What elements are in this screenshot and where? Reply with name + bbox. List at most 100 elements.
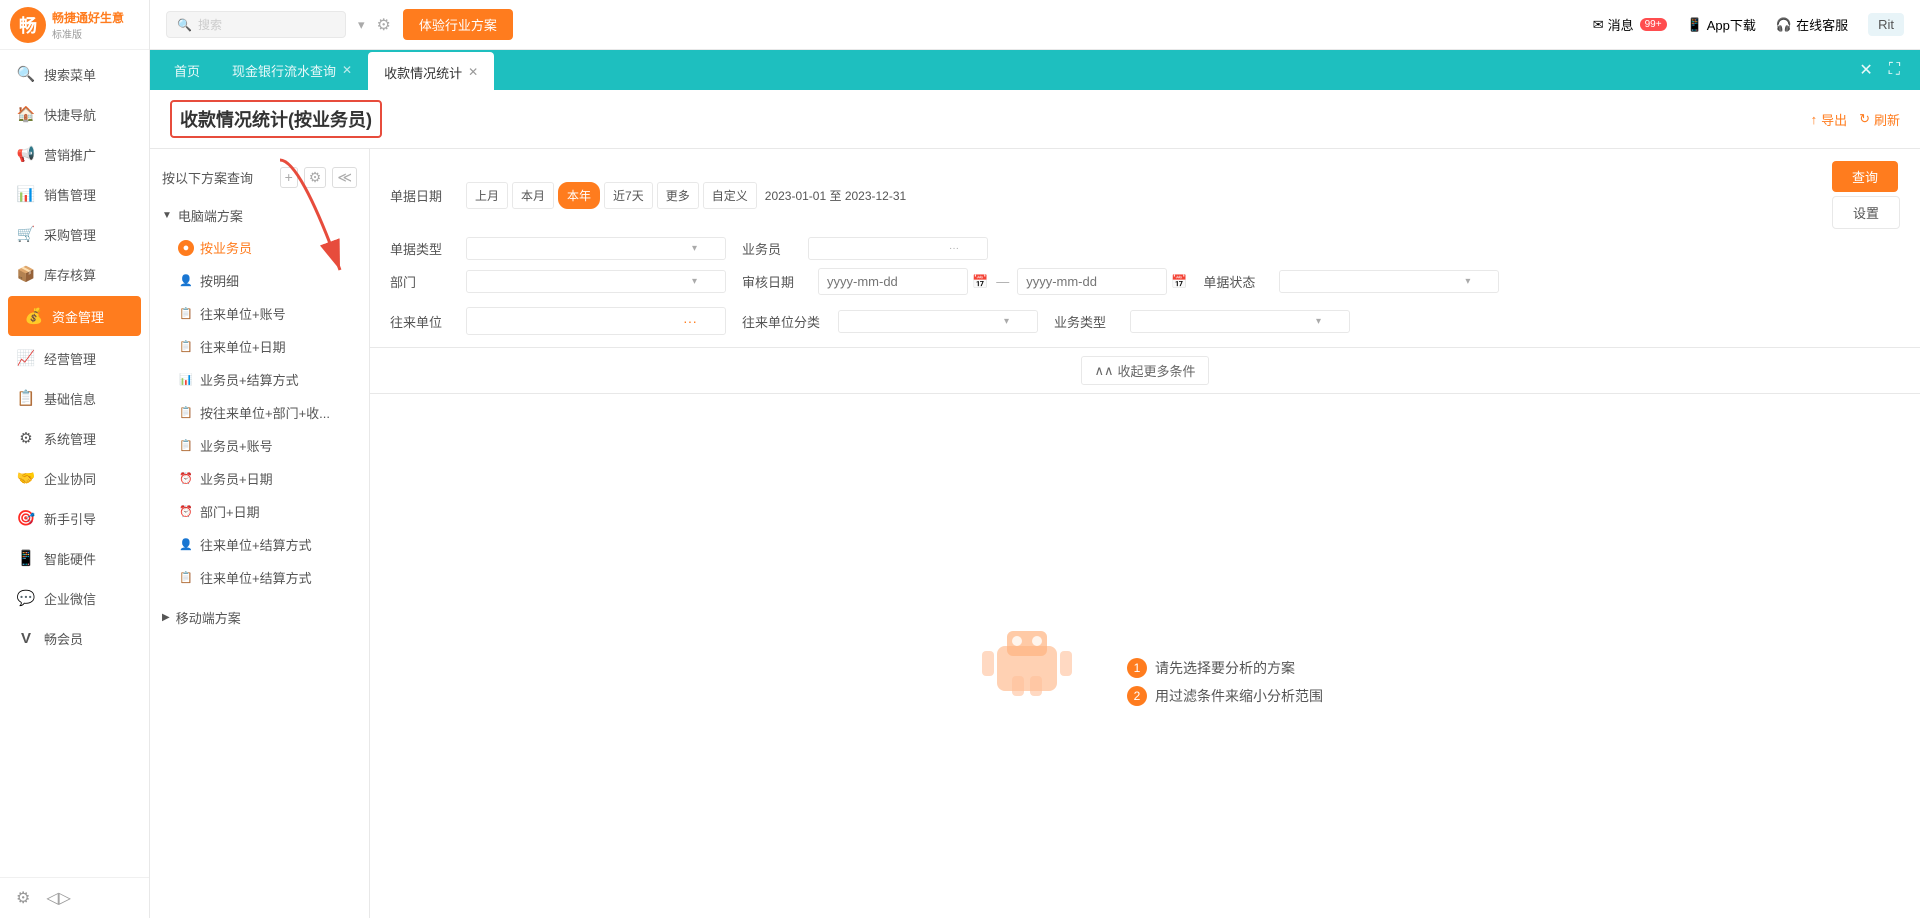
sidebar-item-inventory[interactable]: 📦 库存核算 <box>0 254 149 294</box>
scheme-item-partner-dept[interactable]: 📋 按往来单位+部门+收... <box>150 396 369 429</box>
close-window-icon[interactable]: ✕ <box>1855 56 1876 84</box>
date-btn-more[interactable]: 更多 <box>657 182 699 209</box>
tab-bank-close[interactable]: ✕ <box>342 63 352 77</box>
export-btn[interactable]: ↑ 导出 <box>1811 110 1848 129</box>
scheme-item-partner-date[interactable]: 📋 往来单位+日期 <box>150 330 369 363</box>
sidebar-item-enterprise[interactable]: 🤝 企业协同 <box>0 458 149 498</box>
trial-btn[interactable]: 体验行业方案 <box>403 9 513 40</box>
settings-btn[interactable]: 设置 <box>1832 196 1900 229</box>
sidebar-item-sales[interactable]: 📊 销售管理 <box>0 174 149 214</box>
partner-more-icon[interactable]: ··· <box>683 313 697 329</box>
sidebar-item-system[interactable]: ⚙ 系统管理 <box>0 418 149 458</box>
calendar-start-icon[interactable]: 📅 <box>972 274 988 290</box>
tab-bank[interactable]: 现金银行流水查询 ✕ <box>216 50 368 90</box>
review-date-start[interactable] <box>818 268 968 295</box>
tab-receipt-close[interactable]: ✕ <box>468 65 478 79</box>
refresh-btn[interactable]: ↻ 刷新 <box>1859 110 1900 129</box>
sidebar-item-guide[interactable]: 🎯 新手引导 <box>0 498 149 538</box>
maximize-icon[interactable]: ⛶ <box>1885 57 1904 83</box>
message-icon: ✉ <box>1593 17 1604 33</box>
scheme-item-detail[interactable]: 👤 按明细 <box>150 264 369 297</box>
empty-illustration <box>967 606 1087 706</box>
sidebar-item-purchase[interactable]: 🛒 采购管理 <box>0 214 149 254</box>
review-date-group: 📅 — 📅 <box>818 268 1187 295</box>
scheme-group-desktop-title[interactable]: ▼ 电脑端方案 <box>150 200 369 231</box>
scheme-item-salesperson-settle[interactable]: 📊 业务员+结算方式 <box>150 363 369 396</box>
date-btn-custom[interactable]: 自定义 <box>703 182 757 209</box>
date-btn-7days[interactable]: 近7天 <box>604 182 653 209</box>
sales-icon: 📊 <box>16 184 36 204</box>
sidebar-item-basic[interactable]: 📋 基础信息 <box>0 378 149 418</box>
collapse-icon[interactable]: ◁▷ <box>46 888 71 908</box>
scheme-item-partner-account[interactable]: 📋 往来单位+账号 <box>150 297 369 330</box>
doc-status-label: 单据状态 <box>1203 272 1263 291</box>
sidebar-item-search[interactable]: 🔍 搜索菜单 <box>0 54 149 94</box>
message-btn[interactable]: ✉ 消息 99+ <box>1593 15 1667 34</box>
doc-status-select[interactable]: ▾ <box>1279 270 1499 293</box>
hardware-icon: 📱 <box>16 548 36 568</box>
collapse-panel-icon[interactable]: ≪ <box>332 167 357 188</box>
collapse-btn[interactable]: ∧∧ 收起更多条件 <box>1081 356 1208 385</box>
salesperson-select[interactable]: ··· <box>808 237 988 260</box>
gear-icon[interactable]: ⚙ <box>304 167 327 188</box>
settings-icon[interactable]: ⚙ <box>16 888 30 908</box>
doc-type-select[interactable]: ▾ <box>466 237 726 260</box>
review-date-end[interactable] <box>1017 268 1167 295</box>
scheme-item-partner-settle1[interactable]: 👤 往来单位+结算方式 <box>150 528 369 561</box>
doc-type-dropdown-icon: ▾ <box>692 243 697 254</box>
salesperson-dropdown-icon: ··· <box>949 243 959 254</box>
enterprise-icon: 🤝 <box>16 468 36 488</box>
main-area: 🔍 搜索 ▾ ⚙ 体验行业方案 ✉ 消息 99+ 📱 App下载 🎧 在线客服 … <box>150 0 1920 918</box>
calendar-end-icon[interactable]: 📅 <box>1171 274 1187 290</box>
hint-item-2: 2 用过滤条件来缩小分析范围 <box>1127 686 1323 706</box>
tab-home[interactable]: 首页 <box>158 50 216 90</box>
partner-select[interactable]: ··· <box>466 307 726 335</box>
detail-scheme-icon: 👤 <box>178 273 194 289</box>
doc-status-dropdown-icon: ▾ <box>1465 276 1470 287</box>
tab-receipt[interactable]: 收款情况统计 ✕ <box>368 52 494 92</box>
salesperson-scheme-icon: ● <box>178 240 194 256</box>
marketing-icon: 📢 <box>16 144 36 164</box>
online-service-btn[interactable]: 🎧 在线客服 <box>1776 15 1848 34</box>
operations-icon: 📈 <box>16 348 36 368</box>
scheme-item-partner-settle2[interactable]: 📋 往来单位+结算方式 <box>150 561 369 594</box>
sidebar-item-marketing[interactable]: 📢 营销推广 <box>0 134 149 174</box>
topbar-dropdown-icon[interactable]: ▾ <box>358 17 365 33</box>
sidebar-item-finance[interactable]: 💰 资金管理 <box>8 296 141 336</box>
date-group: 上月 本月 本年 近7天 更多 自定义 2023-01-01 至 2023-12… <box>466 182 906 209</box>
sidebar-item-member[interactable]: V 畅会员 <box>0 618 149 658</box>
data-area: 1 请先选择要分析的方案 2 用过滤条件来缩小分析范围 <box>370 394 1920 918</box>
scheme-item-dept-date[interactable]: ⏰ 部门+日期 <box>150 495 369 528</box>
date-btn-this-year[interactable]: 本年 <box>558 182 600 209</box>
scheme-item-salesperson-date[interactable]: ⏰ 业务员+日期 <box>150 462 369 495</box>
sidebar-item-wechat[interactable]: 💬 企业微信 <box>0 578 149 618</box>
dept-select[interactable]: ▾ <box>466 270 726 293</box>
date-btn-this-month[interactable]: 本月 <box>512 182 554 209</box>
robot-svg <box>967 606 1087 706</box>
scheme-item-salesperson[interactable]: ● 按业务员 <box>150 231 369 264</box>
app-download-btn[interactable]: 📱 App下载 <box>1687 15 1756 34</box>
date-btn-last-month[interactable]: 上月 <box>466 182 508 209</box>
member-icon: V <box>16 628 36 648</box>
inventory-icon: 📦 <box>16 264 36 284</box>
sidebar-item-operations[interactable]: 📈 经营管理 <box>0 338 149 378</box>
partner-category-select[interactable]: ▾ <box>838 310 1038 333</box>
search-icon: 🔍 <box>16 64 36 84</box>
doc-type-label: 单据类型 <box>390 239 450 258</box>
user-avatar[interactable]: Rit <box>1868 13 1904 36</box>
add-icon[interactable]: + <box>280 167 298 188</box>
filter-row-1: 单据日期 上月 本月 本年 近7天 更多 自定义 2023-01-01 至 20… <box>390 161 1900 229</box>
sidebar: 畅 畅捷通好生意 标准版 🔍 搜索菜单 🏠 快捷导航 📢 营销推广 📊 销售管理… <box>0 0 150 918</box>
logo-text: 畅捷通好生意 标准版 <box>52 9 124 41</box>
tab-receipt-label: 收款情况统计 <box>384 63 462 82</box>
sidebar-item-hardware[interactable]: 📱 智能硬件 <box>0 538 149 578</box>
topbar-gear-icon[interactable]: ⚙ <box>377 15 391 35</box>
query-btn[interactable]: 查询 <box>1832 161 1898 192</box>
left-panel: 按以下方案查询 + ⚙ ≪ ▼ 电脑端方案 ● 按业务员 👤 <box>150 149 370 918</box>
biz-type-select[interactable]: ▾ <box>1130 310 1350 333</box>
scheme-group-mobile-title[interactable]: ▶ 移动端方案 <box>150 602 369 633</box>
expand-arrow-icon: ▼ <box>162 210 172 221</box>
topbar-search-box[interactable]: 🔍 搜索 <box>166 11 346 38</box>
sidebar-item-quicknav[interactable]: 🏠 快捷导航 <box>0 94 149 134</box>
scheme-item-salesperson-account[interactable]: 📋 业务员+账号 <box>150 429 369 462</box>
